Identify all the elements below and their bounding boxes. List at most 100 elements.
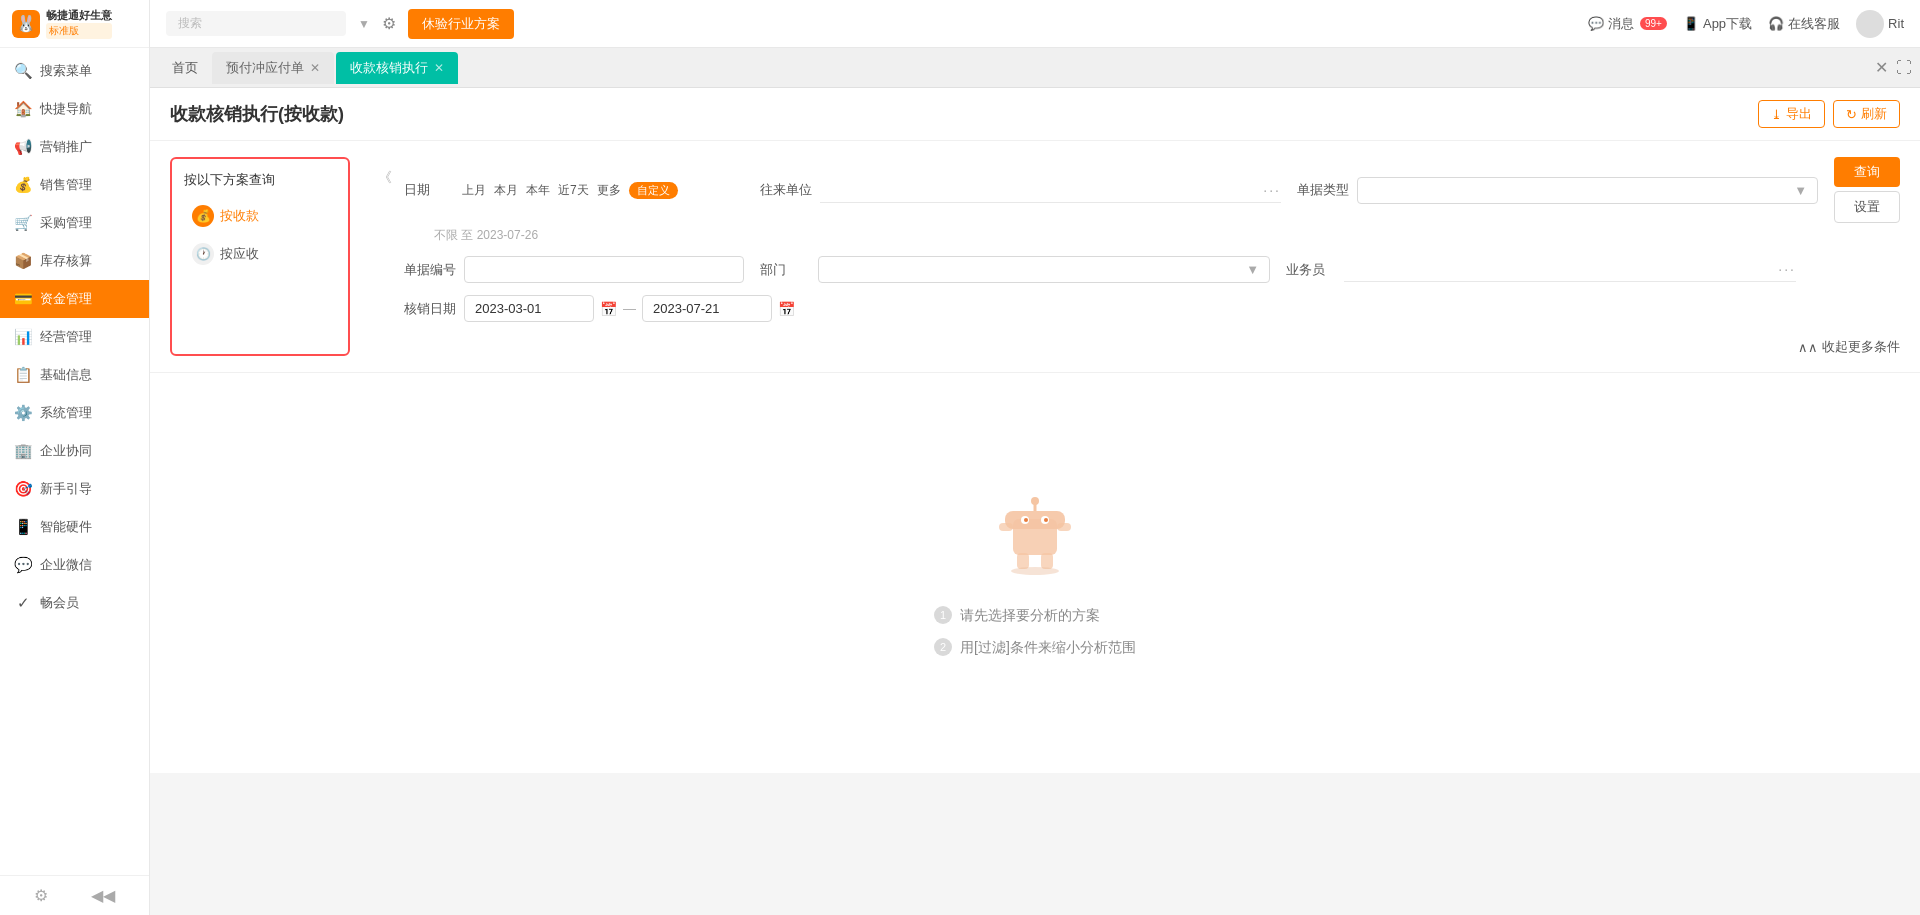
verify-date-to-input[interactable] bbox=[642, 295, 772, 322]
sidebar-item-purchase[interactable]: 🛒 采购管理 bbox=[0, 204, 149, 242]
filter-option-by-collection-label: 按收款 bbox=[220, 207, 259, 225]
filter-sidebar: 按以下方案查询 💰 按收款 🕐 按应收 bbox=[170, 157, 350, 356]
sidebar-item-label: 企业协同 bbox=[40, 442, 92, 460]
collapse-filter-icon[interactable]: 《 bbox=[374, 165, 396, 191]
svg-point-5 bbox=[1044, 518, 1048, 522]
salesperson-field: 业务员 ··· bbox=[1286, 257, 1796, 282]
verify-date-from-input[interactable] bbox=[464, 295, 594, 322]
app-download-label: App下载 bbox=[1703, 15, 1752, 33]
verify-date-separator: — bbox=[623, 301, 636, 316]
app-icon: 📱 bbox=[1683, 16, 1699, 31]
department-dropdown-icon[interactable]: ▼ bbox=[1246, 262, 1259, 277]
filter-form: 日期 上月 本月 本年 近7天 更多 自定义 往来单位 bbox=[404, 157, 1900, 356]
refresh-icon: ↻ bbox=[1846, 107, 1857, 122]
card-icon: 💳 bbox=[14, 290, 32, 308]
sidebar: 🐰 畅捷通好生意 标准版 🔍 搜索菜单 🏠 快捷导航 📢 营销推广 💰 销售管理… bbox=[0, 0, 150, 915]
user-name: Rit bbox=[1888, 16, 1904, 31]
tab-collection-close-icon[interactable]: ✕ bbox=[434, 61, 444, 75]
sales-icon: 💰 bbox=[14, 176, 32, 194]
tab-prepay[interactable]: 预付冲应付单 ✕ bbox=[212, 52, 334, 84]
notification-item[interactable]: 💬 消息 99+ bbox=[1588, 15, 1667, 33]
date-shortcut-this-year[interactable]: 本年 bbox=[526, 182, 550, 199]
content-area: 1 请先选择要分析的方案 2 用[过滤]条件来缩小分析范围 bbox=[150, 373, 1920, 773]
tab-prepay-close-icon[interactable]: ✕ bbox=[310, 61, 320, 75]
tab-home[interactable]: 首页 bbox=[158, 53, 212, 83]
box-icon: 📦 bbox=[14, 252, 32, 270]
headset-icon: 🎧 bbox=[1768, 16, 1784, 31]
export-button[interactable]: ⤓ 导出 bbox=[1758, 100, 1825, 128]
settings-button[interactable]: 设置 bbox=[1834, 191, 1900, 223]
refresh-button[interactable]: ↻ 刷新 bbox=[1833, 100, 1900, 128]
logo-icon: 🐰 bbox=[12, 10, 40, 38]
sidebar-item-enterprise[interactable]: 🏢 企业协同 bbox=[0, 432, 149, 470]
voucher-type-field: 单据类型 ▼ bbox=[1297, 177, 1818, 204]
collection-icon: 💰 bbox=[192, 205, 214, 227]
query-button[interactable]: 查询 bbox=[1834, 157, 1900, 187]
sidebar-item-basic-info[interactable]: 📋 基础信息 bbox=[0, 356, 149, 394]
sidebar-item-marketing[interactable]: 📢 营销推广 bbox=[0, 128, 149, 166]
date-shortcut-7days[interactable]: 近7天 bbox=[558, 182, 589, 199]
clipboard-icon: 📋 bbox=[14, 366, 32, 384]
empty-illustration bbox=[985, 481, 1085, 581]
sidebar-item-finance[interactable]: 💳 资金管理 bbox=[0, 280, 149, 318]
gear-settings-icon[interactable]: ⚙ bbox=[382, 14, 396, 33]
page-content: 收款核销执行(按收款) ⤓ 导出 ↻ 刷新 按以下方案查询 💰 按收款 bbox=[150, 88, 1920, 915]
online-service-item[interactable]: 🎧 在线客服 bbox=[1768, 15, 1840, 33]
salesperson-more-icon[interactable]: ··· bbox=[1778, 261, 1796, 277]
export-icon: ⤓ bbox=[1771, 107, 1782, 122]
empty-number-2: 2 bbox=[934, 638, 952, 656]
sidebar-item-guide[interactable]: 🎯 新手引导 bbox=[0, 470, 149, 508]
verify-date-field: 核销日期 📅 — 📅 bbox=[404, 295, 1900, 322]
sidebar-item-label: 快捷导航 bbox=[40, 100, 92, 118]
counterpart-more-icon[interactable]: ··· bbox=[1263, 182, 1281, 198]
verify-date-group: 📅 — 📅 bbox=[464, 295, 795, 322]
svg-rect-1 bbox=[1005, 511, 1065, 529]
online-service-label: 在线客服 bbox=[1788, 15, 1840, 33]
filter-panel: 按以下方案查询 💰 按收款 🕐 按应收 《 日期 bbox=[150, 141, 1920, 373]
sidebar-item-search[interactable]: 🔍 搜索菜单 bbox=[0, 52, 149, 90]
sidebar-bottom: ⚙ ◀◀ bbox=[0, 875, 149, 915]
filter-option-by-receivable-label: 按应收 bbox=[220, 245, 259, 263]
sidebar-item-wechat[interactable]: 💬 企业微信 bbox=[0, 546, 149, 584]
svg-rect-10 bbox=[1017, 553, 1029, 569]
notification-badge: 99+ bbox=[1640, 17, 1667, 30]
app-download-item[interactable]: 📱 App下载 bbox=[1683, 15, 1752, 33]
sidebar-item-inventory[interactable]: 📦 库存核算 bbox=[0, 242, 149, 280]
tab-expand-icon[interactable]: ⛶ bbox=[1896, 59, 1912, 77]
user-info[interactable]: Rit bbox=[1856, 10, 1904, 38]
svg-point-4 bbox=[1024, 518, 1028, 522]
voucher-type-dropdown-icon[interactable]: ▼ bbox=[1794, 183, 1807, 198]
date-shortcut-more[interactable]: 更多 bbox=[597, 182, 621, 199]
tab-bar: 首页 预付冲应付单 ✕ 收款核销执行 ✕ ✕ ⛶ bbox=[150, 48, 1920, 88]
svg-rect-11 bbox=[1041, 553, 1053, 569]
sidebar-item-system[interactable]: ⚙️ 系统管理 bbox=[0, 394, 149, 432]
sidebar-item-quick-nav[interactable]: 🏠 快捷导航 bbox=[0, 90, 149, 128]
voucher-no-input[interactable] bbox=[464, 256, 744, 283]
collapse-sidebar-icon[interactable]: ◀◀ bbox=[91, 886, 115, 905]
search-icon: 🔍 bbox=[14, 62, 32, 80]
filter-option-by-receivable[interactable]: 🕐 按应收 bbox=[184, 237, 336, 271]
sidebar-item-hardware[interactable]: 📱 智能硬件 bbox=[0, 508, 149, 546]
sidebar-item-sales[interactable]: 💰 销售管理 bbox=[0, 166, 149, 204]
filter-option-by-collection[interactable]: 💰 按收款 bbox=[184, 199, 336, 233]
date-shortcut-last-month[interactable]: 上月 bbox=[462, 182, 486, 199]
notification-icon: 💬 bbox=[1588, 16, 1604, 31]
tab-collection[interactable]: 收款核销执行 ✕ bbox=[336, 52, 458, 84]
counterpart-label: 往来单位 bbox=[760, 181, 812, 199]
search-bar[interactable]: 搜索 bbox=[166, 11, 346, 36]
verify-date-from-calendar-icon[interactable]: 📅 bbox=[600, 301, 617, 317]
collapse-more-button[interactable]: ∧∧ 收起更多条件 bbox=[404, 338, 1900, 356]
date-shortcut-this-month[interactable]: 本月 bbox=[494, 182, 518, 199]
sidebar-item-member[interactable]: ✓ 畅会员 bbox=[0, 584, 149, 622]
empty-hint-2: 2 用[过滤]条件来缩小分析范围 bbox=[934, 633, 1136, 661]
verify-date-to-calendar-icon[interactable]: 📅 bbox=[778, 301, 795, 317]
tab-prepay-label: 预付冲应付单 bbox=[226, 59, 304, 77]
settings-bottom-icon[interactable]: ⚙ bbox=[34, 886, 48, 905]
gear-icon: ⚙️ bbox=[14, 404, 32, 422]
tab-collection-label: 收款核销执行 bbox=[350, 59, 428, 77]
tab-close-all-icon[interactable]: ✕ bbox=[1875, 58, 1888, 77]
date-custom-badge[interactable]: 自定义 bbox=[629, 182, 678, 199]
industry-solution-button[interactable]: 休验行业方案 bbox=[408, 9, 514, 39]
sidebar-item-operations[interactable]: 📊 经营管理 bbox=[0, 318, 149, 356]
empty-text: 1 请先选择要分析的方案 2 用[过滤]条件来缩小分析范围 bbox=[934, 601, 1136, 665]
